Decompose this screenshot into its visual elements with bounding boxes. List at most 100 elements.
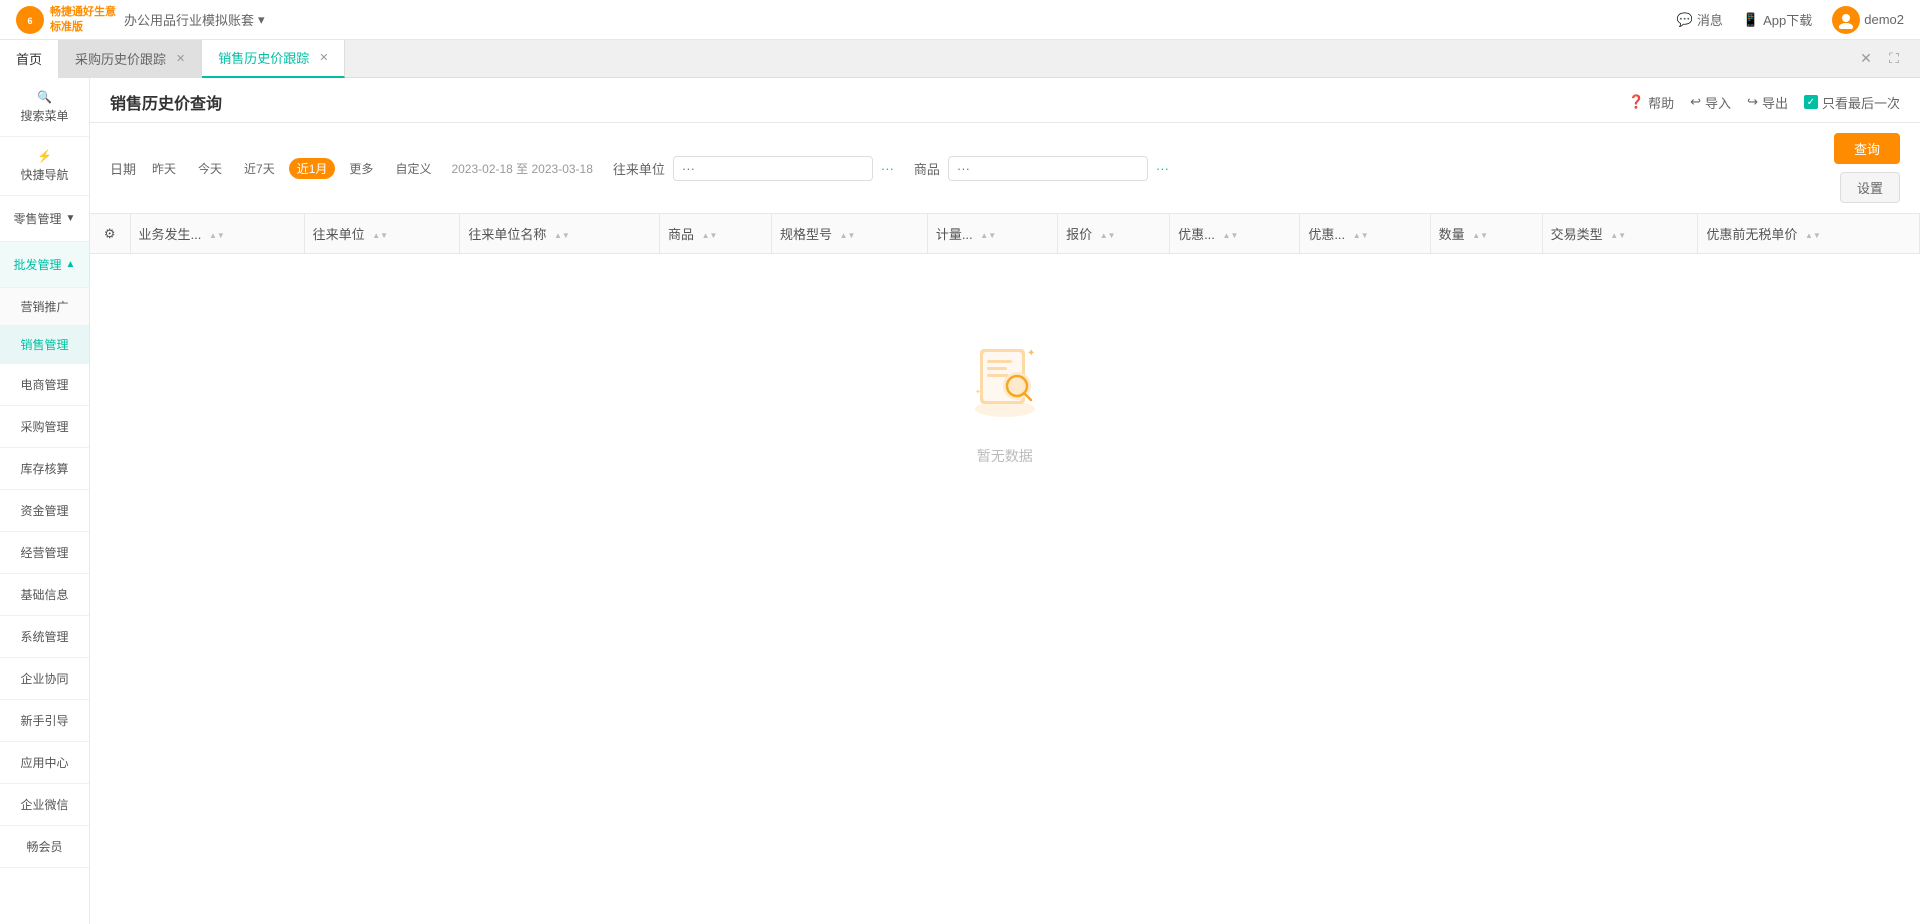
tab-purchase-history[interactable]: 采购历史价跟踪 ✕: [59, 40, 202, 78]
table-col-quote-price[interactable]: 报价 ▲▼: [1058, 214, 1170, 254]
header-right: 💬 消息 📱 App下载 demo2: [1677, 6, 1904, 34]
date-btn-today[interactable]: 今天: [190, 158, 230, 179]
sidebar-item-operations[interactable]: 经营管理: [0, 532, 89, 574]
operations-label: 经营管理: [20, 544, 68, 561]
table-col-discount2[interactable]: 优惠... ▲▼: [1300, 214, 1430, 254]
table-col-trade-type[interactable]: 交易类型 ▲▼: [1542, 214, 1698, 254]
svg-text:✦: ✦: [975, 388, 981, 396]
date-btn-yesterday[interactable]: 昨天: [144, 158, 184, 179]
maximize-window-btn[interactable]: ⛶: [1884, 49, 1904, 69]
date-range-display: 2023-02-18 至 2023-03-18: [451, 160, 592, 177]
goods-ellipsis-btn[interactable]: ···: [1156, 161, 1169, 176]
table-col-discount1[interactable]: 优惠... ▲▼: [1170, 214, 1300, 254]
table-container: ⚙ 业务发生... ▲▼ 往来单位 ▲▼ 往来单位名称 ▲▼: [90, 214, 1920, 924]
ecommerce-label: 电商管理: [20, 376, 68, 393]
table-col-price-notax[interactable]: 优惠前无税单价 ▲▼: [1698, 214, 1920, 254]
goods-filter-label: 商品: [914, 159, 940, 178]
table-header-row: ⚙ 业务发生... ▲▼ 往来单位 ▲▼ 往来单位名称 ▲▼: [90, 214, 1920, 254]
system-label: 系统管理: [20, 628, 68, 645]
date-btn-more[interactable]: 更多: [341, 158, 381, 179]
help-btn[interactable]: ❓ 帮助: [1628, 93, 1674, 112]
sidebar-item-sales-mgmt[interactable]: 销售管理: [0, 326, 89, 364]
app-download-label: App下载: [1763, 10, 1812, 29]
empty-state: ✦ ✦ 暂无数据: [90, 254, 1920, 546]
table-col-goods[interactable]: 商品 ▲▼: [660, 214, 772, 254]
sidebar-item-search-menu[interactable]: 🔍 搜索菜单: [0, 78, 89, 137]
app-selector[interactable]: 办公用品行业模拟账套 ▾: [124, 10, 265, 29]
import-btn[interactable]: ↩ 导入: [1690, 93, 1731, 112]
svg-text:✦: ✦: [1027, 348, 1035, 359]
sidebar-item-enterprise[interactable]: 企业协同: [0, 658, 89, 700]
sort-arrows-quantity: ▲▼: [1472, 232, 1488, 240]
sidebar-item-inventory[interactable]: 库存核算: [0, 448, 89, 490]
wholesale-expand-icon: ▲: [66, 259, 76, 270]
retail-expand-icon: ▼: [66, 213, 76, 224]
table-col-partner-name[interactable]: 往来单位名称 ▲▼: [460, 214, 660, 254]
tab-sales-history[interactable]: 销售历史价跟踪 ✕: [202, 40, 345, 78]
sidebar-item-app-center[interactable]: 应用中心: [0, 742, 89, 784]
table-col-spec[interactable]: 规格型号 ▲▼: [772, 214, 928, 254]
sidebar-item-wechat[interactable]: 企业微信: [0, 784, 89, 826]
sidebar-item-ecommerce[interactable]: 电商管理: [0, 364, 89, 406]
enterprise-label: 企业协同: [20, 670, 68, 687]
app-center-label: 应用中心: [20, 754, 68, 771]
sort-arrows-partner-name: ▲▼: [554, 232, 570, 240]
sales-history-tab-close[interactable]: ✕: [319, 51, 328, 64]
sidebar-item-basic-info[interactable]: 基础信息: [0, 574, 89, 616]
nav-icon: ⚡: [37, 149, 52, 163]
table-col-settings[interactable]: ⚙: [90, 214, 130, 254]
partner-ellipsis-btn[interactable]: ···: [881, 161, 894, 176]
sidebar-item-retail-mgmt[interactable]: 零售管理 ▼: [0, 196, 89, 242]
sidebar: 🔍 搜索菜单 ⚡ 快捷导航 零售管理 ▼ 批发管理 ▲ 营销推广 销售管理 电商…: [0, 78, 90, 924]
message-icon: 💬: [1677, 12, 1693, 28]
date-btn-custom[interactable]: 自定义: [387, 158, 439, 179]
inventory-label: 库存核算: [20, 460, 68, 477]
sidebar-item-quick-nav[interactable]: ⚡ 快捷导航: [0, 137, 89, 196]
sidebar-item-marketing[interactable]: 营销推广: [0, 288, 89, 326]
date-btn-last7days[interactable]: 近7天: [236, 158, 283, 179]
sales-history-tab-label: 销售历史价跟踪: [218, 48, 309, 67]
goods-input[interactable]: [948, 156, 1148, 181]
query-btn[interactable]: 查询: [1834, 133, 1900, 164]
page-header: 销售历史价查询 ❓ 帮助 ↩ 导入 ↪ 导出 ✓ 只看最后一次: [90, 78, 1920, 123]
table-settings-icon[interactable]: ⚙: [104, 226, 116, 241]
sort-arrows-quote-price: ▲▼: [1100, 232, 1116, 240]
tab-bar-actions: ✕ ⛶: [1856, 49, 1920, 69]
filter-settings-btn[interactable]: 设置: [1840, 172, 1900, 203]
date-btn-last1month[interactable]: 近1月: [289, 158, 336, 179]
purchase-history-tab-close[interactable]: ✕: [176, 52, 185, 65]
partner-filter-group: 往来单位 ···: [613, 156, 894, 181]
date-filter-group: 日期 昨天 今天 近7天 近1月 更多 自定义 2023-02-18 至 202…: [110, 158, 593, 179]
export-btn[interactable]: ↪ 导出: [1747, 93, 1788, 112]
sidebar-item-purchase[interactable]: 采购管理: [0, 406, 89, 448]
sidebar-item-vip[interactable]: 畅会员: [0, 826, 89, 868]
export-icon: ↪: [1747, 94, 1758, 110]
table-col-partner-code[interactable]: 往来单位 ▲▼: [304, 214, 460, 254]
sidebar-item-system[interactable]: 系统管理: [0, 616, 89, 658]
sort-arrows-price-notax: ▲▼: [1805, 232, 1821, 240]
partner-input[interactable]: [673, 156, 873, 181]
app-selector-label: 办公用品行业模拟账套: [124, 10, 254, 29]
sidebar-item-finance[interactable]: 资金管理: [0, 490, 89, 532]
only-last-checkbox-label[interactable]: ✓ 只看最后一次: [1804, 93, 1900, 112]
date-filter-label: 日期: [110, 159, 136, 178]
table-col-quantity[interactable]: 数量 ▲▼: [1430, 214, 1542, 254]
close-window-btn[interactable]: ✕: [1856, 49, 1876, 69]
download-icon: 📱: [1743, 12, 1759, 28]
table-col-unit[interactable]: 计量... ▲▼: [927, 214, 1057, 254]
tab-home[interactable]: 首页: [0, 40, 59, 78]
app-download-btn[interactable]: 📱 App下载: [1743, 10, 1812, 29]
top-header: 6 畅捷通好生意 标准版 办公用品行业模拟账套 ▾ 💬 消息 📱 App下载: [0, 0, 1920, 40]
sidebar-item-wholesale-mgmt[interactable]: 批发管理 ▲: [0, 242, 89, 288]
main-layout: 🔍 搜索菜单 ⚡ 快捷导航 零售管理 ▼ 批发管理 ▲ 营销推广 销售管理 电商…: [0, 78, 1920, 924]
user-area[interactable]: demo2: [1832, 6, 1904, 34]
only-last-label: 只看最后一次: [1822, 93, 1900, 112]
vip-label: 畅会员: [26, 838, 62, 855]
sidebar-item-guide[interactable]: 新手引导: [0, 700, 89, 742]
quick-nav-label: 快捷导航: [20, 166, 68, 183]
message-btn[interactable]: 💬 消息: [1677, 10, 1723, 29]
table-col-biz-date[interactable]: 业务发生... ▲▼: [130, 214, 304, 254]
table-header: ⚙ 业务发生... ▲▼ 往来单位 ▲▼ 往来单位名称 ▲▼: [90, 214, 1920, 254]
only-last-checkbox[interactable]: ✓: [1804, 95, 1818, 109]
message-label: 消息: [1697, 10, 1723, 29]
